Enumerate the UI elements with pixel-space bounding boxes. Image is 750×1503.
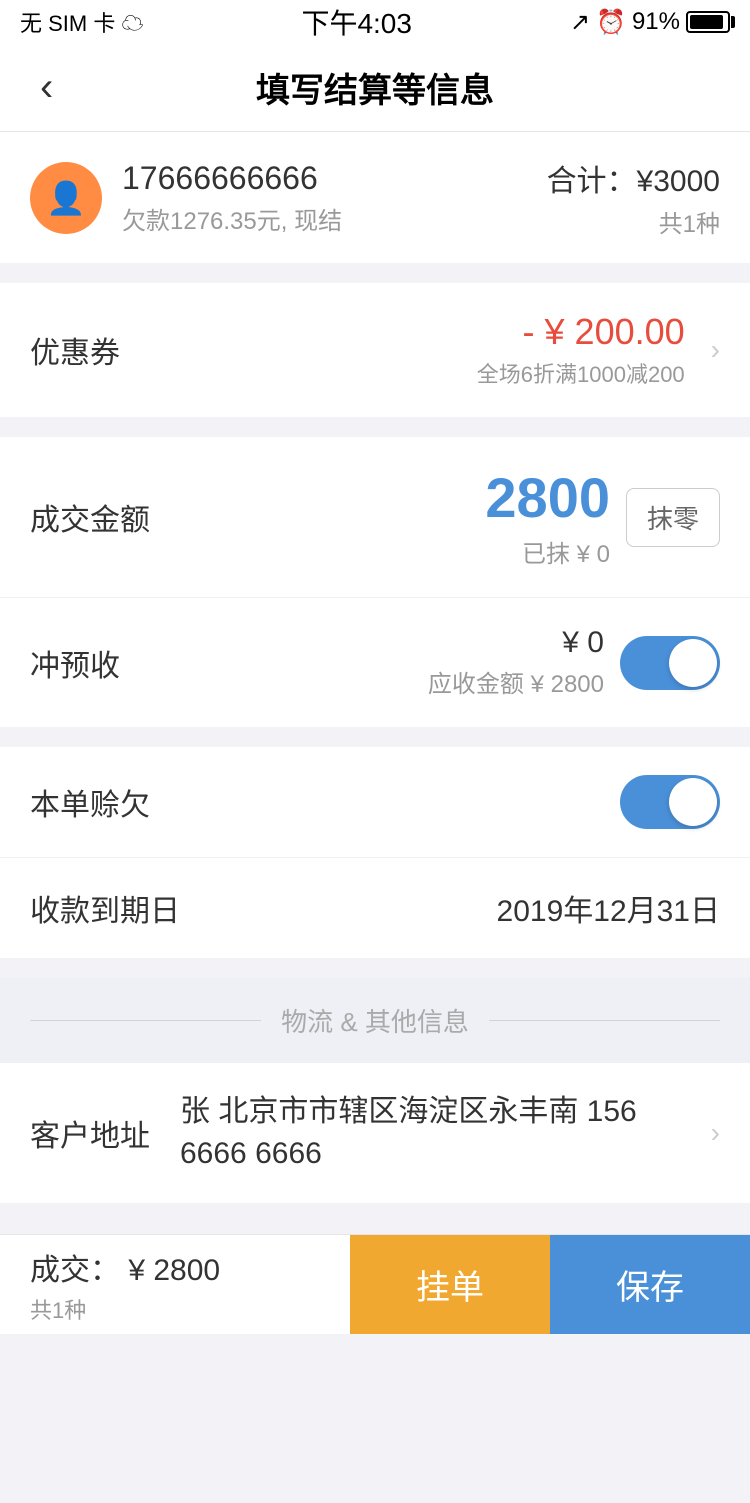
address-value: 张 北京市市辖区海淀区永丰南 156 6666 6666 (180, 1091, 701, 1175)
bottom-summary: 成交： ¥ 2800 共1种 (0, 1235, 350, 1334)
section-divider: 物流 & 其他信息 (0, 978, 750, 1063)
status-bar: 无 SIM 卡 ☁ 下午4:03 ↗ ⏰ 91% (0, 0, 750, 44)
sim-label: 无 SIM 卡 ☁ (20, 6, 143, 38)
due-date-value: 2019年12月31日 (497, 886, 720, 930)
bottom-deal-amount: ¥ 2800 (128, 1254, 220, 1287)
due-date-label: 收款到期日 (30, 886, 180, 930)
discount-desc: 全场6折满1000减200 (477, 357, 685, 389)
pending-button[interactable]: 挂单 (350, 1235, 550, 1334)
discount-value-col: - ¥ 200.00 全场6折满1000减200 (477, 311, 685, 389)
deal-amount-row: 成交金额 2800 已抹 ¥ 0 抹零 (0, 437, 750, 598)
prepay-value: ¥ 0 (562, 626, 604, 660)
avatar: 👤 (30, 162, 102, 234)
page-title: 填写结算等信息 (256, 63, 494, 112)
round-zero-button[interactable]: 抹零 (626, 488, 720, 547)
divider-line-right (489, 1020, 720, 1021)
address-chevron-icon: › (711, 1117, 720, 1149)
battery-percent: 91% (632, 8, 680, 36)
save-button[interactable]: 保存 (550, 1235, 750, 1334)
battery-icon (686, 11, 730, 33)
prepay-right: ¥ 0 应收金额 ¥ 2800 (428, 626, 720, 699)
customer-phone: 17666666666 (122, 160, 342, 197)
prepay-value-col: ¥ 0 应收金额 ¥ 2800 (428, 626, 604, 699)
bottom-bar: 成交： ¥ 2800 共1种 挂单 保存 (0, 1234, 750, 1334)
due-date-row: 收款到期日 2019年12月31日 (0, 858, 750, 958)
prepay-label: 冲预收 (30, 641, 120, 685)
status-left: 无 SIM 卡 ☁ (20, 6, 143, 38)
address-row[interactable]: 客户地址 张 北京市市辖区海淀区永丰南 156 6666 6666 › (0, 1063, 750, 1203)
deal-amount-right: 2800 已抹 ¥ 0 抹零 (485, 465, 720, 569)
deferred-row: 本单赊欠 (0, 747, 750, 858)
nav-bar: ‹ 填写结算等信息 (0, 44, 750, 132)
discount-right: - ¥ 200.00 全场6折满1000减200 › (477, 311, 720, 389)
address-label: 客户地址 (30, 1111, 150, 1155)
total-amount: 合计：¥3000 (547, 156, 720, 200)
deferred-right (620, 775, 720, 829)
battery-fill (690, 15, 723, 29)
divider-line-left (30, 1020, 261, 1021)
deal-amount-sub: 已抹 ¥ 0 (522, 534, 610, 569)
chevron-right-icon: › (711, 334, 720, 366)
total-count: 共1种 (547, 204, 720, 239)
deal-amount-col: 2800 已抹 ¥ 0 (485, 465, 610, 569)
status-time: 下午4:03 (301, 2, 412, 42)
bottom-count: 共1种 (30, 1293, 320, 1325)
discount-value: - ¥ 200.00 (523, 311, 685, 353)
deferred-label: 本单赊欠 (30, 780, 150, 824)
customer-debt: 欠款1276.35元, 现结 (122, 201, 342, 236)
prepay-toggle[interactable] (620, 636, 720, 690)
status-right: ↗ ⏰ 91% (570, 8, 730, 37)
deferred-toggle[interactable] (620, 775, 720, 829)
deal-amount-label: 成交金额 (30, 495, 150, 539)
discount-label: 优惠券 (30, 328, 120, 372)
location-icon: ↗ (570, 8, 590, 37)
bottom-deal-label: 成交： (30, 1254, 120, 1287)
back-button[interactable]: ‹ (20, 55, 73, 120)
section-label-text: 物流 & 其他信息 (281, 1002, 469, 1039)
alarm-icon: ⏰ (596, 8, 626, 37)
customer-row: 👤 17666666666 欠款1276.35元, 现结 合计：¥3000 共1… (0, 132, 750, 263)
customer-info: 17666666666 欠款1276.35元, 现结 (122, 160, 342, 236)
prepay-row: 冲预收 ¥ 0 应收金额 ¥ 2800 (0, 598, 750, 727)
discount-row[interactable]: 优惠券 - ¥ 200.00 全场6折满1000减200 › (0, 283, 750, 417)
customer-left: 👤 17666666666 欠款1276.35元, 现结 (30, 160, 342, 236)
deal-amount-number: 2800 (485, 465, 610, 530)
prepay-sub: 应收金额 ¥ 2800 (428, 664, 604, 699)
bottom-deal-line: 成交： ¥ 2800 (30, 1245, 320, 1289)
customer-total: 合计：¥3000 共1种 (547, 156, 720, 239)
